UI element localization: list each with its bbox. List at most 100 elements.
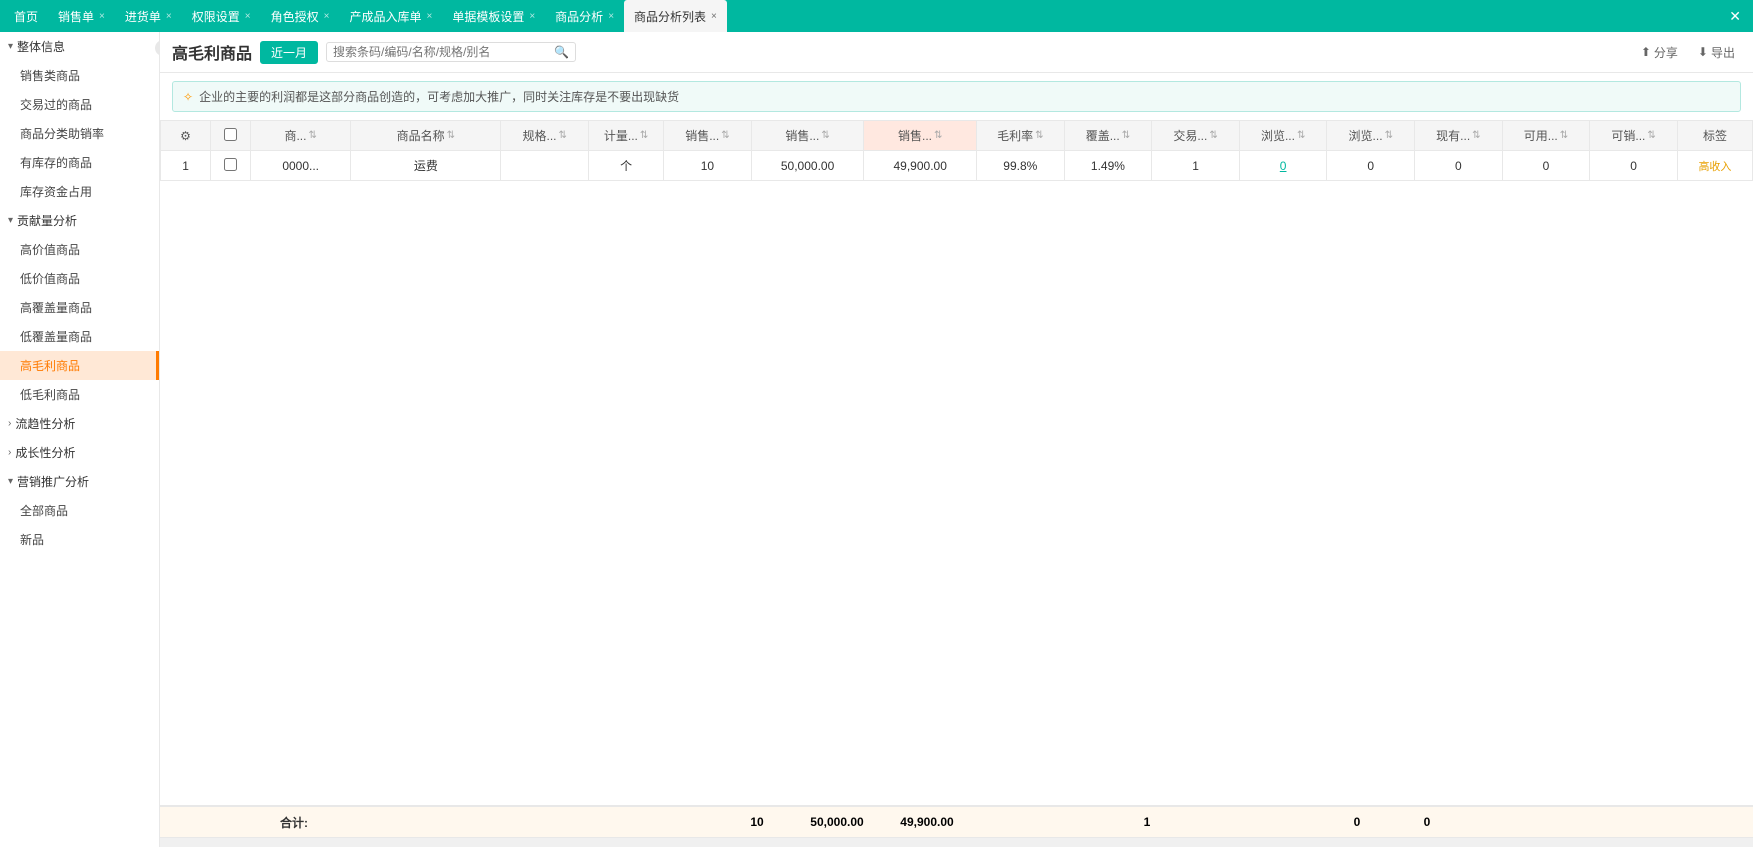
nav-tab-purchase[interactable]: 进货单 × <box>115 0 182 32</box>
sidebar-group-growth[interactable]: › 成长性分析 <box>0 438 159 467</box>
col-code[interactable]: 商... ⇅ <box>251 121 351 151</box>
cell-checkbox[interactable] <box>211 151 251 181</box>
browse-pv-link[interactable]: 0 <box>1280 159 1287 173</box>
close-purchase-tab[interactable]: × <box>166 11 172 22</box>
footer-transactions: 1 <box>1112 815 1182 829</box>
sort-icon-browse-pv: ⇅ <box>1297 130 1305 141</box>
sidebar-item-low-value[interactable]: 低价值商品 <box>0 264 159 293</box>
sidebar-item-new-goods[interactable]: 新品 <box>0 525 159 554</box>
col-settings[interactable]: ⚙ <box>161 121 211 151</box>
sort-icon-gross-rate: ⇅ <box>1035 130 1043 141</box>
search-input[interactable] <box>333 45 554 59</box>
close-template-tab[interactable]: × <box>529 11 535 22</box>
select-all-checkbox[interactable] <box>224 128 237 141</box>
nav-tab-role[interactable]: 角色授权 × <box>261 0 340 32</box>
close-analysis-list-tab[interactable]: × <box>711 11 717 22</box>
close-role-tab[interactable]: × <box>324 11 330 22</box>
nav-tab-sales[interactable]: 销售单 × <box>48 0 115 32</box>
sidebar-group-marketing[interactable]: ▾ 营销推广分析 <box>0 467 159 496</box>
nav-tab-home[interactable]: 首页 <box>4 0 48 32</box>
info-banner: ✧ 企业的主要的利润都是这部分商品创造的，可考虑加大推广，同时关注库存是不要出现… <box>172 81 1741 112</box>
sort-icon-transactions: ⇅ <box>1209 130 1217 141</box>
col-available-stock[interactable]: 可用... ⇅ <box>1502 121 1590 151</box>
sort-icon-code: ⇅ <box>308 130 316 141</box>
arrow-icon-contribution: ▾ <box>8 215 13 226</box>
sidebar-item-category-rate[interactable]: 商品分类助销率 <box>0 119 159 148</box>
col-spec[interactable]: 规格... ⇅ <box>501 121 589 151</box>
footer-available-stock: 0 <box>1392 815 1462 829</box>
sort-icon-sellable-stock: ⇅ <box>1647 130 1655 141</box>
sort-icon-name: ⇅ <box>447 130 455 141</box>
arrow-icon-marketing: ▾ <box>8 476 13 487</box>
share-icon: ⬆ <box>1641 45 1651 59</box>
cell-gross-rate: 99.8% <box>977 151 1065 181</box>
close-all-btn[interactable]: ✕ <box>1721 8 1749 25</box>
filter-recent-month-btn[interactable]: 近一月 <box>260 41 318 64</box>
sidebar-item-traded-goods[interactable]: 交易过的商品 <box>0 90 159 119</box>
share-btn[interactable]: ⬆ 分享 <box>1635 41 1684 64</box>
sidebar: « ▾ 整体信息 销售类商品 交易过的商品 商品分类助销率 有库存的商品 库存资… <box>0 32 160 847</box>
sort-icon-sales-amount: ⇅ <box>821 130 829 141</box>
cell-browse-pv[interactable]: 0 <box>1239 151 1327 181</box>
search-icon[interactable]: 🔍 <box>554 45 569 59</box>
footer-cells: 10 50,000.00 49,900.00 1 0 0 <box>320 815 1753 829</box>
sidebar-item-low-coverage[interactable]: 低覆盖量商品 <box>0 322 159 351</box>
cell-sales-qty: 10 <box>664 151 752 181</box>
col-unit[interactable]: 计量... ⇅ <box>589 121 664 151</box>
col-sellable-stock[interactable]: 可销... ⇅ <box>1590 121 1678 151</box>
search-box: 🔍 <box>326 42 576 62</box>
sidebar-item-stocked-goods[interactable]: 有库存的商品 <box>0 148 159 177</box>
col-gross-rate[interactable]: 毛利率 ⇅ <box>977 121 1065 151</box>
sort-icon-unit: ⇅ <box>640 130 648 141</box>
col-name[interactable]: 商品名称 ⇅ <box>351 121 501 151</box>
nav-tab-template[interactable]: 单据模板设置 × <box>442 0 545 32</box>
col-sales-amount[interactable]: 销售... ⇅ <box>751 121 864 151</box>
col-sales-qty[interactable]: 销售... ⇅ <box>664 121 752 151</box>
sort-icon-browse-uv: ⇅ <box>1385 130 1393 141</box>
bottom-scrollbar[interactable] <box>160 837 1753 847</box>
close-analysis-tab[interactable]: × <box>608 11 614 22</box>
col-sales-cost[interactable]: 销售... ⇅ <box>864 121 977 151</box>
cell-sales-cost: 49,900.00 <box>864 151 977 181</box>
cell-available-stock: 0 <box>1502 151 1590 181</box>
sort-icon-sales-qty: ⇅ <box>721 130 729 141</box>
footer-sales-amount: 50,000.00 <box>792 815 882 829</box>
cell-tag: 高收入 <box>1677 151 1752 181</box>
nav-tab-permission[interactable]: 权限设置 × <box>182 0 261 32</box>
sidebar-item-stock-capital[interactable]: 库存资金占用 <box>0 177 159 206</box>
footer-current-stock: 0 <box>1322 815 1392 829</box>
close-sales-tab[interactable]: × <box>99 11 105 22</box>
table-header-row: ⚙ 商... ⇅ 商品名称 <box>161 121 1753 151</box>
sidebar-item-low-gross[interactable]: 低毛利商品 <box>0 380 159 409</box>
sidebar-group-trend[interactable]: › 流趋性分析 <box>0 409 159 438</box>
sidebar-item-high-coverage[interactable]: 高覆盖量商品 <box>0 293 159 322</box>
sort-icon-current-stock: ⇅ <box>1472 130 1480 141</box>
nav-tab-inbound[interactable]: 产成品入库单 × <box>339 0 442 32</box>
table-row: 1 0000... 运费 个 10 50,000.00 49,900.00 99… <box>161 151 1753 181</box>
sidebar-group-overall[interactable]: ▾ 整体信息 <box>0 32 159 61</box>
sidebar-item-all-goods[interactable]: 全部商品 <box>0 496 159 525</box>
close-permission-tab[interactable]: × <box>245 11 251 22</box>
col-browse-uv[interactable]: 浏览... ⇅ <box>1327 121 1415 151</box>
cell-transactions: 1 <box>1152 151 1240 181</box>
sidebar-item-high-gross[interactable]: 高毛利商品 <box>0 351 159 380</box>
sort-icon-spec: ⇅ <box>559 130 567 141</box>
sidebar-group-contribution[interactable]: ▾ 贡献量分析 <box>0 206 159 235</box>
nav-tab-analysis[interactable]: 商品分析 × <box>545 0 624 32</box>
col-current-stock[interactable]: 现有... ⇅ <box>1415 121 1503 151</box>
table-container: ⚙ 商... ⇅ 商品名称 <box>160 120 1753 805</box>
col-checkbox[interactable] <box>211 121 251 151</box>
col-coverage[interactable]: 覆盖... ⇅ <box>1064 121 1152 151</box>
export-btn[interactable]: ⬇ 导出 <box>1692 41 1741 64</box>
tag-label: 高收入 <box>1698 161 1731 173</box>
col-browse-pv[interactable]: 浏览... ⇅ <box>1239 121 1327 151</box>
close-inbound-tab[interactable]: × <box>426 11 432 22</box>
cell-sales-amount: 50,000.00 <box>751 151 864 181</box>
row-checkbox[interactable] <box>224 158 237 171</box>
sidebar-item-sales-goods[interactable]: 销售类商品 <box>0 61 159 90</box>
sidebar-item-high-value[interactable]: 高价值商品 <box>0 235 159 264</box>
nav-tab-analysis-list[interactable]: 商品分析列表 × <box>624 0 727 32</box>
cell-browse-uv: 0 <box>1327 151 1415 181</box>
cell-unit: 个 <box>589 151 664 181</box>
col-transactions[interactable]: 交易... ⇅ <box>1152 121 1240 151</box>
